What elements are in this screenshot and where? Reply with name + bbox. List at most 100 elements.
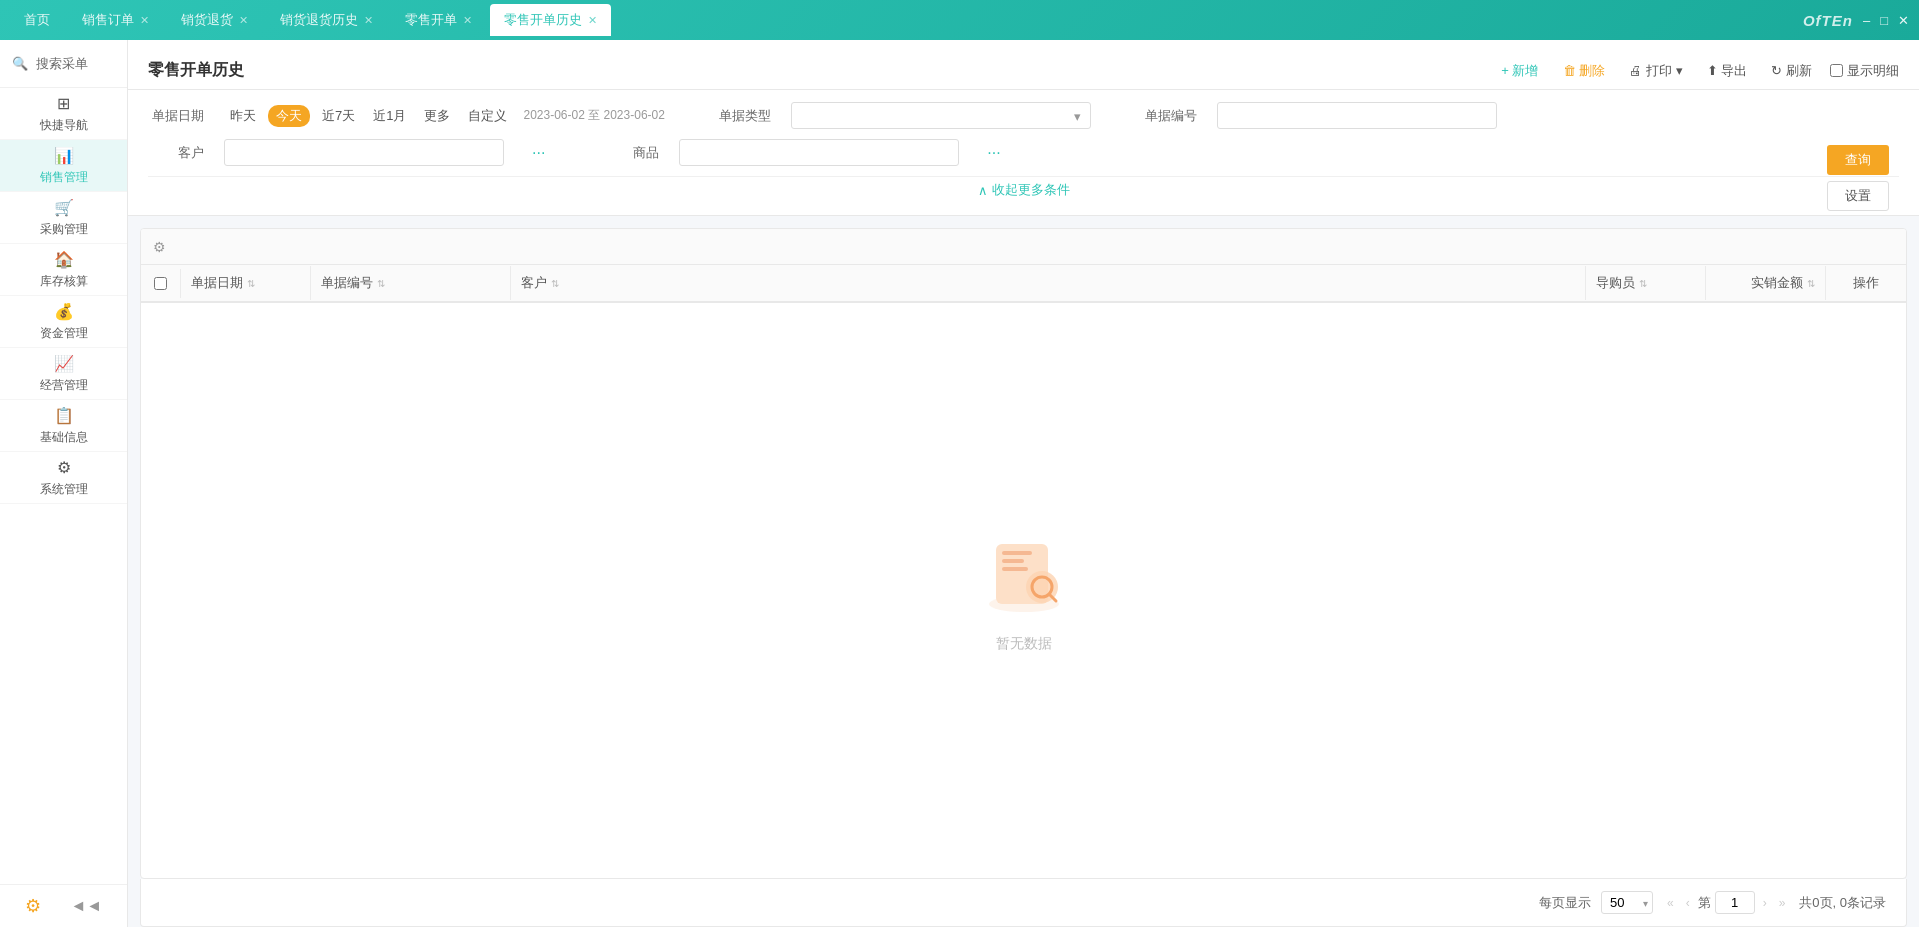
close-btn[interactable]: ✕: [1898, 13, 1909, 28]
customer-dots[interactable]: ···: [524, 140, 553, 166]
search-icon: 🔍: [12, 56, 28, 71]
tab-retail-open-history-close[interactable]: ✕: [588, 14, 597, 27]
sidebar-item-finance[interactable]: 💰 资金管理: [0, 296, 127, 348]
page-number-input[interactable]: [1715, 891, 1755, 914]
sidebar-item-base-info[interactable]: 📋 基础信息: [0, 400, 127, 452]
add-label: + 新增: [1501, 62, 1538, 80]
finance-icon: 💰: [54, 302, 74, 321]
customer-input[interactable]: [224, 139, 504, 166]
sidebar-item-finance-label: 资金管理: [40, 325, 88, 342]
sidebar-item-quick-nav-label: 快捷导航: [40, 117, 88, 134]
tab-sales-order-close[interactable]: ✕: [140, 14, 149, 27]
tab-sales-return-history-close[interactable]: ✕: [364, 14, 373, 27]
th-amount: 实销金额 ⇅: [1706, 266, 1826, 300]
date-yesterday[interactable]: 昨天: [224, 105, 262, 127]
tab-sales-order[interactable]: 销售订单 ✕: [68, 4, 163, 36]
query-button[interactable]: 查询: [1827, 145, 1889, 175]
display-detail-check[interactable]: [1830, 64, 1843, 77]
date-custom[interactable]: 自定义: [462, 105, 513, 127]
tab-retail-open-label: 零售开单: [405, 11, 457, 29]
export-label: ⬆ 导出: [1707, 62, 1748, 80]
sidebar-item-inventory[interactable]: 🏠 库存核算: [0, 244, 127, 296]
page-size-label: 每页显示: [1539, 894, 1591, 912]
tab-retail-open[interactable]: 零售开单 ✕: [391, 4, 486, 36]
top-navbar: 首页 销售订单 ✕ 销货退货 ✕ 销货退货历史 ✕ 零售开单 ✕ 零售开单历史 …: [0, 0, 1919, 40]
print-label: 🖨 打印: [1629, 62, 1672, 80]
tab-home-label: 首页: [24, 11, 50, 29]
sidebar-item-sales-mgmt-label: 销售管理: [40, 169, 88, 186]
display-detail-label: 显示明细: [1847, 62, 1899, 80]
sidebar-item-system-mgmt[interactable]: ⚙ 系统管理: [0, 452, 127, 504]
sidebar-item-quick-nav[interactable]: ⊞ 快捷导航: [0, 88, 127, 140]
display-detail-checkbox[interactable]: 显示明细: [1830, 62, 1899, 80]
table-settings-icon[interactable]: ⚙: [153, 239, 166, 255]
sort-amount-icon[interactable]: ⇅: [1807, 278, 1815, 289]
prev-page-btn[interactable]: ‹: [1682, 894, 1694, 912]
date-more[interactable]: 更多: [418, 105, 456, 127]
export-button[interactable]: ⬆ 导出: [1701, 58, 1754, 84]
sidebar-item-purchase-mgmt-label: 采购管理: [40, 221, 88, 238]
page-size-select[interactable]: 10 20 50 100: [1601, 891, 1653, 914]
refresh-button[interactable]: ↻ 刷新: [1765, 58, 1818, 84]
th-checkbox: [141, 269, 181, 298]
operations-icon: 📈: [54, 354, 74, 373]
print-button[interactable]: 🖨 打印 ▾: [1623, 58, 1689, 84]
sidebar-item-operations[interactable]: 📈 经营管理: [0, 348, 127, 400]
tab-sales-return-close[interactable]: ✕: [239, 14, 248, 27]
tab-sales-return-history[interactable]: 销货退货历史 ✕: [266, 4, 387, 36]
collapse-row: ∧ 收起更多条件: [148, 176, 1899, 203]
sidebar-item-sales-mgmt[interactable]: 📊 销售管理: [0, 140, 127, 192]
main-layout: 🔍 搜索采单 ⊞ 快捷导航 📊 销售管理 🛒 采购管理 🏠 库存核算 💰 资金管…: [0, 40, 1919, 927]
svg-rect-3: [1002, 559, 1024, 563]
date-options: 昨天 今天 近7天 近1月 更多 自定义 2023-06-02 至 2023-0…: [224, 105, 665, 127]
date-last-month[interactable]: 近1月: [367, 105, 412, 127]
select-all-checkbox[interactable]: [154, 277, 167, 290]
purchase-mgmt-icon: 🛒: [54, 198, 74, 217]
tab-sales-return[interactable]: 销货退货 ✕: [167, 4, 262, 36]
svg-rect-2: [1002, 551, 1032, 555]
delete-label: 🗑 删除: [1563, 62, 1606, 80]
add-button[interactable]: + 新增: [1495, 58, 1544, 84]
date-today[interactable]: 今天: [268, 105, 310, 127]
th-billno: 单据编号 ⇅: [311, 266, 511, 300]
maximize-btn[interactable]: □: [1880, 13, 1888, 28]
bill-type-select[interactable]: [791, 102, 1091, 129]
tab-retail-open-history[interactable]: 零售开单历史 ✕: [490, 4, 611, 36]
bill-type-label: 单据类型: [715, 107, 771, 125]
sort-salesperson-icon[interactable]: ⇅: [1639, 278, 1647, 289]
bill-type-select-wrap: [791, 102, 1091, 129]
next-page-btn[interactable]: ›: [1759, 894, 1771, 912]
delete-button[interactable]: 🗑 删除: [1557, 58, 1612, 84]
sidebar-search[interactable]: 🔍 搜索采单: [0, 40, 127, 88]
toolbar: + 新增 🗑 删除 🖨 打印 ▾ ⬆ 导出 ↻ 刷新 显示明细: [1495, 58, 1899, 84]
last-page-btn[interactable]: »: [1775, 894, 1790, 912]
sidebar-item-purchase-mgmt[interactable]: 🛒 采购管理: [0, 192, 127, 244]
date-range-text: 2023-06-02 至 2023-06-02: [523, 107, 664, 124]
page-header: 零售开单历史 + 新增 🗑 删除 🖨 打印 ▾ ⬆ 导出 ↻ 刷新: [128, 40, 1919, 90]
first-page-btn[interactable]: «: [1663, 894, 1678, 912]
sidebar-collapse-icon[interactable]: ◄◄: [70, 897, 102, 915]
goods-dots[interactable]: ···: [979, 140, 1008, 166]
tab-home[interactable]: 首页: [10, 4, 64, 36]
sort-date-icon[interactable]: ⇅: [247, 278, 255, 289]
sort-customer-icon[interactable]: ⇅: [551, 278, 559, 289]
customer-filter-label: 客户: [148, 144, 204, 162]
filter-row-2: 客户 ··· 商品 ···: [148, 139, 1899, 166]
sidebar-item-base-info-label: 基础信息: [40, 429, 88, 446]
sidebar-settings-icon[interactable]: ⚙: [25, 895, 41, 917]
settings-button[interactable]: 设置: [1827, 181, 1889, 211]
system-mgmt-icon: ⚙: [57, 458, 71, 477]
sidebar-item-operations-label: 经营管理: [40, 377, 88, 394]
print-dropdown-icon[interactable]: ▾: [1676, 63, 1683, 78]
collapse-button[interactable]: ∧ 收起更多条件: [978, 181, 1070, 199]
date-last7[interactable]: 近7天: [316, 105, 361, 127]
minimize-btn[interactable]: –: [1863, 13, 1870, 28]
goods-input[interactable]: [679, 139, 959, 166]
sort-billno-icon[interactable]: ⇅: [377, 278, 385, 289]
th-date: 单据日期 ⇅: [181, 266, 311, 300]
window-controls: OfTEn – □ ✕: [1803, 12, 1909, 29]
bill-no-input[interactable]: [1217, 102, 1497, 129]
th-action: 操作: [1826, 266, 1906, 300]
base-info-icon: 📋: [54, 406, 74, 425]
tab-retail-open-close[interactable]: ✕: [463, 14, 472, 27]
